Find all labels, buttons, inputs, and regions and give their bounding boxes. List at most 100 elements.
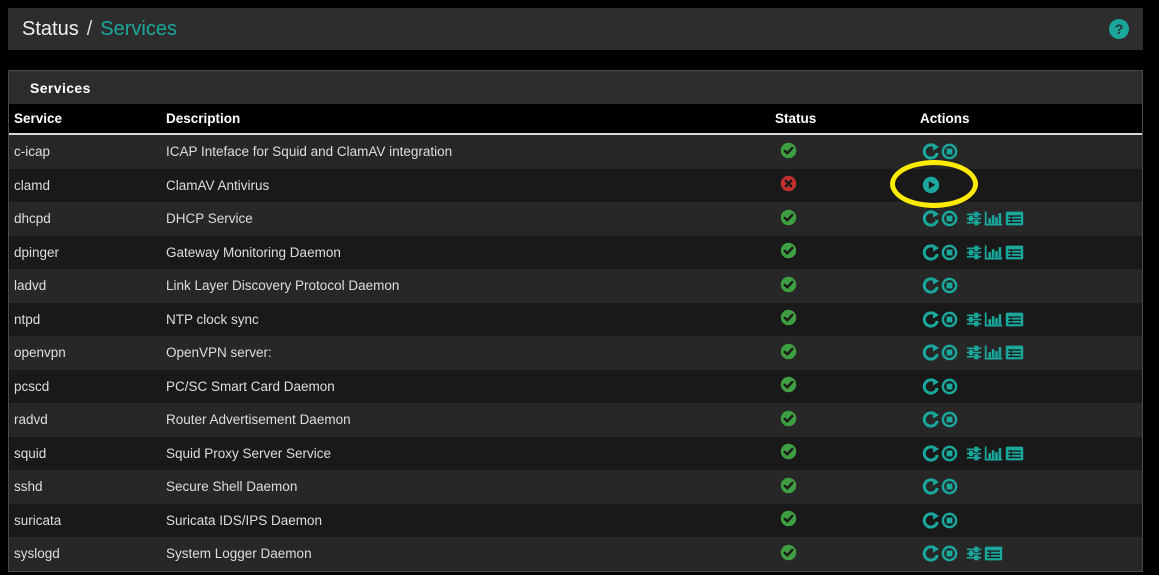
- breadcrumb-separator: /: [86, 17, 93, 40]
- service-name-cell: pcscd: [14, 378, 50, 394]
- service-status-cell: [770, 269, 916, 303]
- stop-circle-icon[interactable]: [941, 411, 958, 428]
- service-description-cell: ClamAV Antivirus: [166, 177, 270, 193]
- restart-icon[interactable]: [922, 545, 939, 562]
- table-icon[interactable]: [984, 545, 1003, 562]
- restart-icon[interactable]: [922, 311, 939, 328]
- table-header-row: Service Description Status Actions: [9, 104, 1142, 135]
- stop-circle-icon[interactable]: [941, 311, 958, 328]
- table-row: openvpn OpenVPN server:: [9, 336, 1142, 370]
- check-circle-icon: [780, 209, 797, 226]
- service-status-cell: [770, 370, 916, 404]
- check-circle-icon: [780, 477, 797, 494]
- table-icon[interactable]: [1005, 344, 1024, 361]
- x-circle-icon: [780, 175, 797, 192]
- restart-icon[interactable]: [922, 244, 939, 261]
- service-status-cell: [770, 470, 916, 504]
- check-circle-icon: [780, 443, 797, 460]
- restart-icon[interactable]: [922, 378, 939, 395]
- service-actions-cell: [916, 303, 1142, 337]
- service-status-cell: [770, 437, 916, 471]
- bar-chart-icon[interactable]: [984, 244, 1003, 261]
- service-actions-cell: [916, 169, 1142, 203]
- check-circle-icon: [780, 410, 797, 427]
- service-description-cell: Link Layer Discovery Protocol Daemon: [166, 278, 400, 294]
- table-icon[interactable]: [1005, 244, 1024, 261]
- sliders-icon[interactable]: [966, 545, 982, 562]
- play-circle-icon[interactable]: [922, 176, 940, 194]
- restart-icon[interactable]: [922, 277, 939, 294]
- breadcrumb-status-link[interactable]: Status: [22, 18, 79, 41]
- table-row: squid Squid Proxy Server Service: [9, 436, 1142, 471]
- table-row: ladvd Link Layer Discovery Protocol Daemo…: [9, 269, 1142, 303]
- service-description-cell: Secure Shell Daemon: [166, 479, 298, 495]
- stop-circle-icon[interactable]: [941, 545, 958, 562]
- sliders-icon[interactable]: [966, 311, 982, 328]
- service-status-cell: [770, 134, 916, 169]
- sliders-icon[interactable]: [966, 344, 982, 361]
- service-description-cell: Squid Proxy Server Service: [166, 445, 332, 461]
- service-description-cell: OpenVPN server:: [166, 345, 272, 361]
- restart-icon[interactable]: [922, 445, 939, 462]
- stop-circle-icon[interactable]: [941, 277, 958, 294]
- service-name-cell: sshd: [14, 479, 43, 495]
- table-icon[interactable]: [1005, 311, 1024, 328]
- service-name-cell: ntpd: [14, 311, 41, 327]
- service-name-cell: dpinger: [14, 244, 60, 260]
- breadcrumb: Status / Services ?: [8, 8, 1143, 50]
- restart-icon[interactable]: [922, 210, 939, 227]
- col-header-description: Description: [159, 104, 770, 135]
- restart-icon[interactable]: [922, 512, 939, 529]
- stop-circle-icon[interactable]: [941, 210, 958, 227]
- bar-chart-icon[interactable]: [984, 311, 1003, 328]
- table-row: dhcpd DHCP Service: [9, 202, 1142, 236]
- service-description-cell: System Logger Daemon: [166, 546, 312, 562]
- service-description-cell: Suricata IDS/IPS Daemon: [166, 512, 323, 528]
- table-row: c-icap ICAP Inteface for Squid and ClamAV…: [9, 134, 1142, 169]
- check-circle-icon: [780, 544, 797, 561]
- service-name-cell: suricata: [14, 512, 62, 528]
- bar-chart-icon[interactable]: [984, 210, 1003, 227]
- service-actions-cell: [916, 370, 1142, 404]
- stop-circle-icon[interactable]: [941, 344, 958, 361]
- services-table-body: c-icap ICAP Inteface for Squid and ClamAV…: [9, 134, 1142, 571]
- stop-circle-icon[interactable]: [941, 445, 958, 462]
- table-row: ntpd NTP clock sync: [9, 302, 1142, 337]
- table-icon[interactable]: [1005, 445, 1024, 462]
- service-name-cell: ladvd: [14, 278, 47, 294]
- table-row: pcscd PC/SC Smart Card Daemon: [9, 369, 1142, 404]
- service-actions-cell: [916, 336, 1142, 370]
- service-name-cell: clamd: [14, 177, 51, 193]
- service-status-cell: [770, 202, 916, 236]
- restart-icon[interactable]: [922, 344, 939, 361]
- sliders-icon[interactable]: [966, 244, 982, 261]
- sliders-icon[interactable]: [966, 210, 982, 227]
- stop-circle-icon[interactable]: [941, 143, 958, 160]
- service-status-cell: [770, 403, 916, 437]
- service-status-cell: [770, 236, 916, 270]
- service-actions-cell: [916, 269, 1142, 303]
- service-description-cell: DHCP Service: [166, 211, 253, 227]
- service-actions-cell: [916, 403, 1142, 437]
- help-icon[interactable]: ?: [1109, 19, 1129, 39]
- restart-icon[interactable]: [922, 143, 939, 160]
- service-actions-cell: [916, 537, 1142, 571]
- col-header-actions: Actions: [916, 104, 1142, 135]
- bar-chart-icon[interactable]: [984, 445, 1003, 462]
- service-name-cell: squid: [14, 445, 47, 461]
- sliders-icon[interactable]: [966, 445, 982, 462]
- breadcrumb-services-link[interactable]: Services: [100, 18, 177, 41]
- stop-circle-icon[interactable]: [941, 512, 958, 529]
- services-table: Service Description Status Actions c-ica…: [9, 104, 1142, 571]
- check-circle-icon: [780, 142, 797, 159]
- stop-circle-icon[interactable]: [941, 478, 958, 495]
- stop-circle-icon[interactable]: [941, 378, 958, 395]
- service-status-cell: [770, 169, 916, 203]
- restart-icon[interactable]: [922, 411, 939, 428]
- restart-icon[interactable]: [922, 478, 939, 495]
- stop-circle-icon[interactable]: [941, 244, 958, 261]
- service-description-cell: PC/SC Smart Card Daemon: [166, 378, 335, 394]
- bar-chart-icon[interactable]: [984, 344, 1003, 361]
- service-name-cell: c-icap: [14, 144, 51, 160]
- table-icon[interactable]: [1005, 210, 1024, 227]
